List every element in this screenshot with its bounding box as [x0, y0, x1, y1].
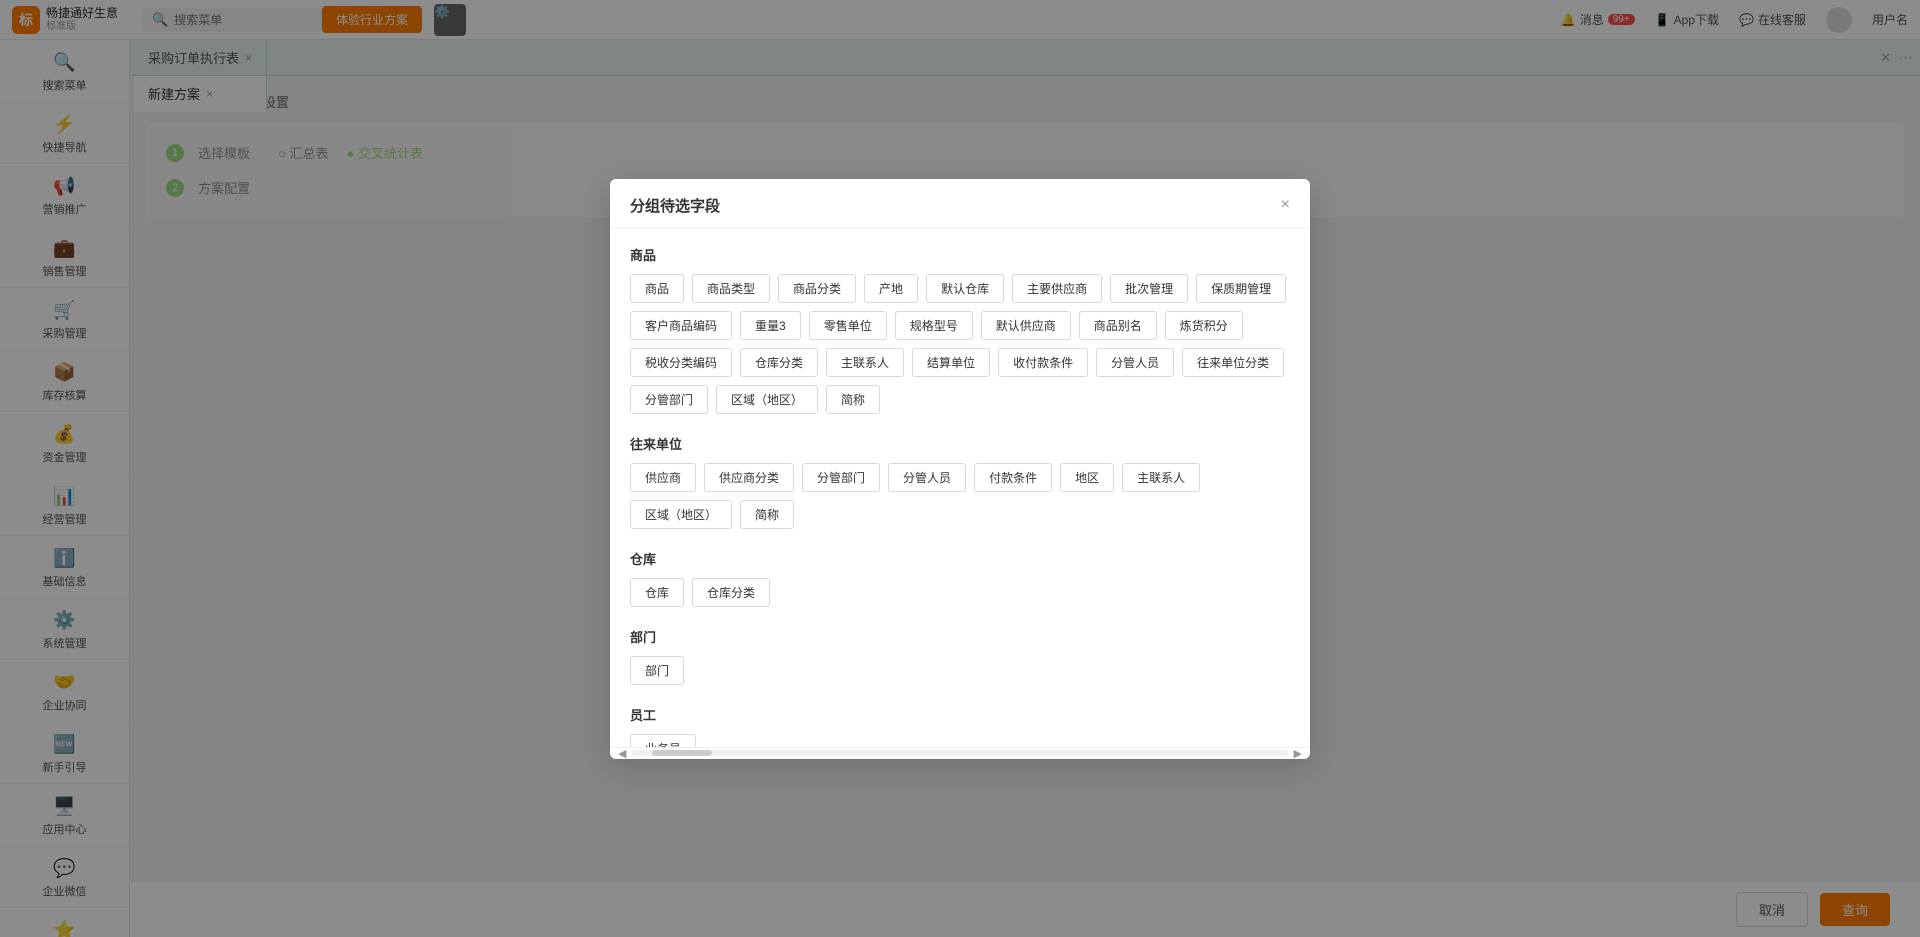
field-tag-0-17[interactable]: 主联系人	[826, 348, 904, 377]
field-tags-4: 业务员	[630, 734, 1290, 747]
field-tag-0-24[interactable]: 简称	[826, 385, 880, 414]
section-title-0: 商品	[630, 245, 1290, 264]
field-tag-0-16[interactable]: 仓库分类	[740, 348, 818, 377]
horizontal-scrollbar[interactable]	[632, 750, 1287, 756]
section-title-3: 部门	[630, 627, 1290, 646]
field-tags-3: 部门	[630, 656, 1290, 685]
field-tag-3-0[interactable]: 部门	[630, 656, 684, 685]
section-3: 部门部门	[630, 627, 1290, 685]
field-tag-0-8[interactable]: 客户商品编码	[630, 311, 732, 340]
field-tags-2: 仓库仓库分类	[630, 578, 1290, 607]
field-tag-1-6[interactable]: 主联系人	[1122, 463, 1200, 492]
field-tag-0-15[interactable]: 税收分类编码	[630, 348, 732, 377]
field-tag-1-8[interactable]: 简称	[740, 500, 794, 529]
field-tag-0-1[interactable]: 商品类型	[692, 274, 770, 303]
field-tag-1-3[interactable]: 分管人员	[888, 463, 966, 492]
modal-dialog: 分组待选字段 × 商品商品商品类型商品分类产地默认仓库主要供应商批次管理保质期管…	[610, 179, 1310, 759]
field-tag-1-1[interactable]: 供应商分类	[704, 463, 794, 492]
field-tag-1-2[interactable]: 分管部门	[802, 463, 880, 492]
field-tag-1-7[interactable]: 区域（地区）	[630, 500, 732, 529]
field-tag-0-11[interactable]: 规格型号	[895, 311, 973, 340]
section-2: 仓库仓库仓库分类	[630, 549, 1290, 607]
field-tag-0-3[interactable]: 产地	[864, 274, 918, 303]
field-tag-1-0[interactable]: 供应商	[630, 463, 696, 492]
field-tag-0-4[interactable]: 默认仓库	[926, 274, 1004, 303]
field-tag-0-2[interactable]: 商品分类	[778, 274, 856, 303]
field-tag-0-0[interactable]: 商品	[630, 274, 684, 303]
field-tag-0-22[interactable]: 分管部门	[630, 385, 708, 414]
modal-close-button[interactable]: ×	[1281, 196, 1290, 214]
field-tag-0-5[interactable]: 主要供应商	[1012, 274, 1102, 303]
field-tag-0-12[interactable]: 默认供应商	[981, 311, 1071, 340]
field-tag-0-6[interactable]: 批次管理	[1110, 274, 1188, 303]
modal-sections: 商品商品商品类型商品分类产地默认仓库主要供应商批次管理保质期管理客户商品编码重量…	[630, 245, 1290, 747]
modal-title: 分组待选字段	[630, 195, 720, 216]
field-tags-1: 供应商供应商分类分管部门分管人员付款条件地区主联系人区域（地区） 简称	[630, 463, 1290, 529]
field-tag-0-18[interactable]: 结算单位	[912, 348, 990, 377]
field-tag-2-0[interactable]: 仓库	[630, 578, 684, 607]
field-tag-0-14[interactable]: 炼货积分	[1165, 311, 1243, 340]
section-0: 商品商品商品类型商品分类产地默认仓库主要供应商批次管理保质期管理客户商品编码重量…	[630, 245, 1290, 414]
field-tag-4-0[interactable]: 业务员	[630, 734, 696, 747]
field-tag-2-1[interactable]: 仓库分类	[692, 578, 770, 607]
field-tag-0-13[interactable]: 商品别名	[1079, 311, 1157, 340]
field-tag-1-4[interactable]: 付款条件	[974, 463, 1052, 492]
modal-hscrollbar[interactable]: ◀ ▶	[610, 747, 1310, 759]
field-tag-0-23[interactable]: 区域（地区）	[716, 385, 818, 414]
section-1: 往来单位供应商供应商分类分管部门分管人员付款条件地区主联系人区域（地区） 简称	[630, 434, 1290, 529]
field-tag-1-5[interactable]: 地区	[1060, 463, 1114, 492]
field-tag-0-7[interactable]: 保质期管理	[1196, 274, 1286, 303]
modal-overlay: 分组待选字段 × 商品商品商品类型商品分类产地默认仓库主要供应商批次管理保质期管…	[0, 0, 1920, 937]
section-title-1: 往来单位	[630, 434, 1290, 453]
field-tag-0-19[interactable]: 收付款条件	[998, 348, 1088, 377]
field-tag-0-21[interactable]: 往来单位分类	[1182, 348, 1284, 377]
section-4: 员工业务员	[630, 705, 1290, 747]
field-tags-0: 商品商品类型商品分类产地默认仓库主要供应商批次管理保质期管理客户商品编码重量3 零…	[630, 274, 1290, 414]
modal-header: 分组待选字段 ×	[610, 179, 1310, 229]
modal-body[interactable]: 商品商品商品类型商品分类产地默认仓库主要供应商批次管理保质期管理客户商品编码重量…	[610, 229, 1310, 747]
field-tag-0-9[interactable]: 重量3	[740, 311, 801, 340]
field-tag-0-20[interactable]: 分管人员	[1096, 348, 1174, 377]
section-title-2: 仓库	[630, 549, 1290, 568]
section-title-4: 员工	[630, 705, 1290, 724]
field-tag-0-10[interactable]: 零售单位	[809, 311, 887, 340]
